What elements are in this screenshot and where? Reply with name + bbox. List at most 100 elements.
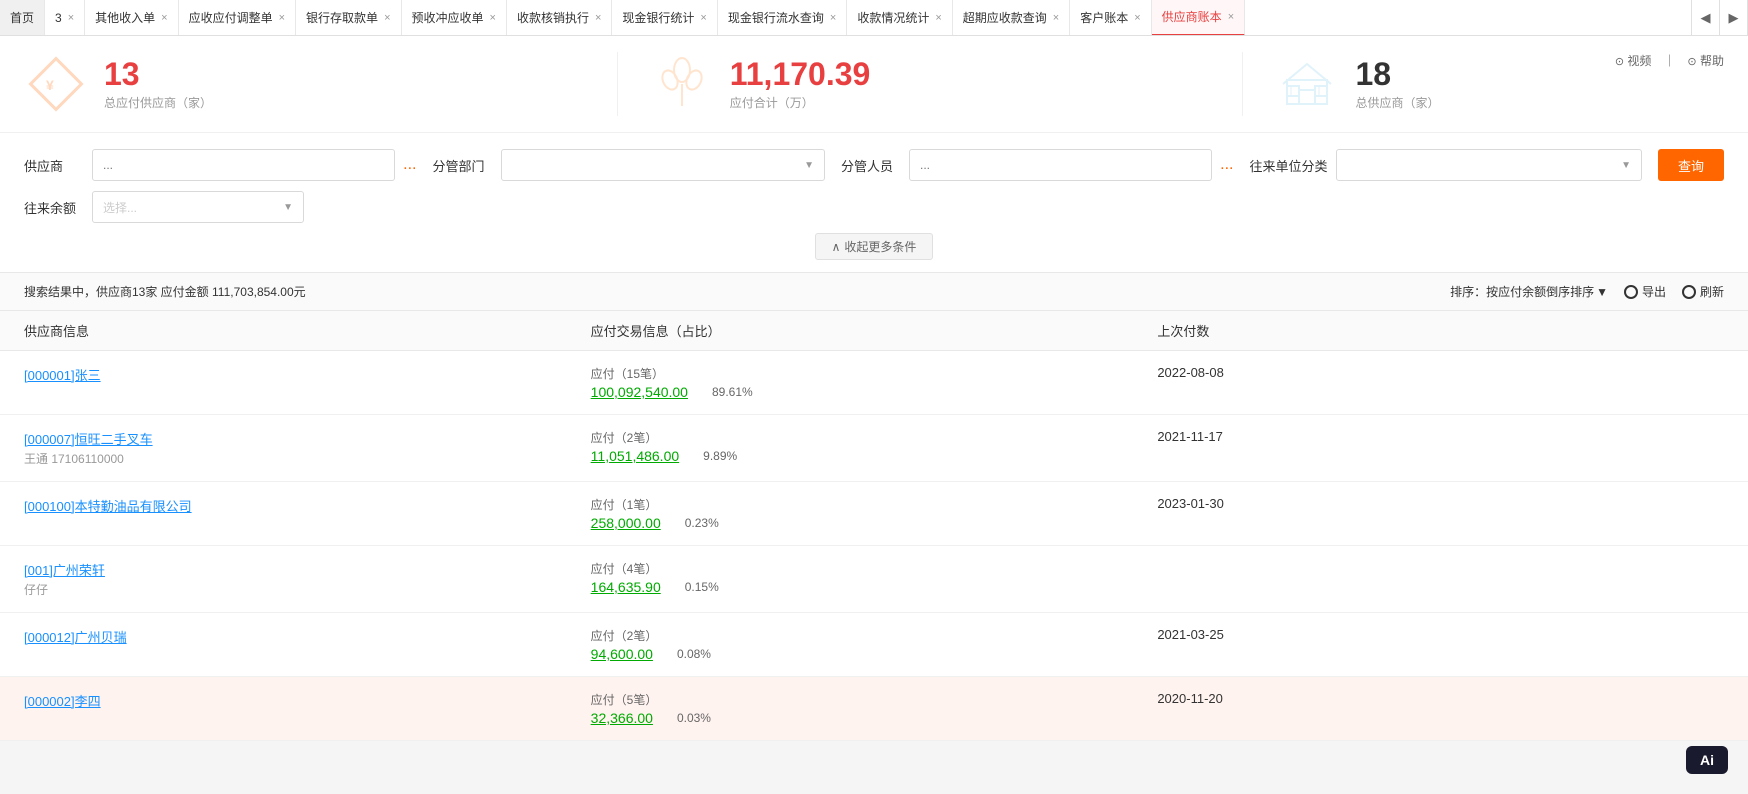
nav-tab-bank-deposit[interactable]: 银行存取款单 ×: [296, 0, 401, 36]
table-row: [000007]恒旺二手叉车 王通 17106110000 应付（2笔） 11,…: [0, 415, 1748, 482]
supplier-cell-bente: [000100]本特勤油品有限公司: [24, 496, 591, 515]
close-icon[interactable]: ×: [595, 12, 601, 24]
supplier-input[interactable]: [92, 149, 395, 181]
filter-category: 往来单位分类 ▼: [1250, 149, 1643, 181]
nav-prev-arrow[interactable]: ◀: [1692, 0, 1720, 36]
filter-balance-label: 往来余额: [24, 198, 84, 217]
refresh-dot-icon: [1682, 285, 1696, 299]
tx-percent-beirui: 0.08%: [677, 647, 711, 661]
nav-tab-ap-adjust[interactable]: 应收应付调整单 ×: [179, 0, 296, 36]
filter-supplier: 供应商 ...: [24, 149, 417, 181]
export-label: 导出: [1642, 283, 1666, 300]
balance-select[interactable]: 选择... ▼: [92, 191, 304, 223]
nav-tab-3[interactable]: 3 ×: [45, 0, 85, 36]
supplier-name-link-lisi[interactable]: [000002]李四: [24, 691, 591, 710]
collapse-label: 收起更多条件: [844, 238, 916, 255]
close-icon[interactable]: ×: [68, 12, 74, 24]
tx-row-lisi: 32,366.00 0.03%: [591, 710, 1158, 726]
tx-row-hengwang: 11,051,486.00 9.89%: [591, 448, 1158, 464]
refresh-button[interactable]: 刷新: [1682, 283, 1724, 300]
help-link[interactable]: ⊙ 帮助: [1687, 52, 1724, 69]
tx-row-rongxuan: 164,635.90 0.15%: [591, 579, 1158, 595]
supplier-name-link-bente[interactable]: [000100]本特勤油品有限公司: [24, 496, 591, 515]
close-icon[interactable]: ×: [384, 12, 390, 24]
close-icon[interactable]: ×: [490, 12, 496, 24]
filter-dept-label: 分管部门: [433, 156, 493, 175]
close-icon[interactable]: ×: [1228, 11, 1234, 23]
video-link[interactable]: ⊙ 视频: [1615, 52, 1652, 69]
ai-badge[interactable]: Ai: [1686, 746, 1728, 774]
close-icon[interactable]: ×: [279, 12, 285, 24]
stat-info-payable-total: 11,170.39 应付合计（万）: [730, 58, 871, 111]
export-button[interactable]: 导出: [1624, 283, 1666, 300]
collapse-button[interactable]: ∧ 收起更多条件: [815, 233, 934, 260]
supplier-name-link-hengwang[interactable]: [000007]恒旺二手叉车: [24, 429, 591, 448]
nav-tab-collect-check[interactable]: 收款核销执行 ×: [507, 0, 612, 36]
payable-total-label: 应付合计（万）: [730, 94, 871, 111]
close-icon[interactable]: ×: [1134, 12, 1140, 24]
tx-amount-bente[interactable]: 258,000.00: [591, 515, 661, 531]
table-row: [000002]李四 应付（5笔） 32,366.00 0.03% 2020-1…: [0, 677, 1748, 741]
supplier-table: 供应商信息 应付交易信息（占比） 上次付数 [000001]张三 应付（15笔）…: [0, 311, 1748, 741]
filter-area: 供应商 ... 分管部门 ▼ 分管人员 ... 往来单位分类 ▼ 查询 往来: [0, 133, 1748, 273]
supplier-cell-hengwang: [000007]恒旺二手叉车 王通 17106110000: [24, 429, 591, 467]
tx-row-beirui: 94,600.00 0.08%: [591, 646, 1158, 662]
close-icon[interactable]: ×: [830, 12, 836, 24]
close-icon[interactable]: ×: [700, 12, 706, 24]
payable-suppliers-label: 总应付供应商（家）: [104, 94, 212, 111]
nav-tab-overdue-query-label: 超期应收款查询: [963, 9, 1047, 26]
nav-tab-cash-bank-flow-label: 现金银行流水查询: [728, 9, 824, 26]
nav-tab-customer-account[interactable]: 客户账本 ×: [1070, 0, 1151, 36]
supplier-dots-icon[interactable]: ...: [403, 156, 416, 174]
person-dots-icon[interactable]: ...: [1220, 156, 1233, 174]
stat-info-payable-suppliers: 13 总应付供应商（家）: [104, 58, 212, 111]
chevron-down-icon-3: ▼: [283, 202, 293, 213]
close-icon[interactable]: ×: [161, 12, 167, 24]
payable-suppliers-number: 13: [104, 58, 212, 90]
nav-tab-other-income[interactable]: 其他收入单 ×: [85, 0, 178, 36]
nav-tab-home[interactable]: 首页: [0, 0, 45, 36]
lastpay-cell-bente: 2023-01-30: [1157, 496, 1724, 511]
nav-next-arrow[interactable]: ▶: [1720, 0, 1748, 36]
stats-header: ¥ 13 总应付供应商（家） 11,170.39 应付合计（万）: [0, 36, 1748, 133]
nav-tab-cash-bank-stat[interactable]: 现金银行统计 ×: [612, 0, 717, 36]
last-pay-bente: 2023-01-30: [1157, 496, 1224, 511]
tx-row-bente: 258,000.00 0.23%: [591, 515, 1158, 531]
tx-cell-lisi: 应付（5笔） 32,366.00 0.03%: [591, 691, 1158, 726]
last-pay-lisi: 2020-11-20: [1157, 691, 1223, 706]
collapse-icon: ∧: [832, 240, 841, 254]
supplier-name-link-beirui[interactable]: [000012]广州贝瑞: [24, 627, 591, 646]
tx-amount-rongxuan[interactable]: 164,635.90: [591, 579, 661, 595]
tx-amount-lisi[interactable]: 32,366.00: [591, 710, 653, 726]
person-input[interactable]: [909, 149, 1212, 181]
filter-row-2: 往来余额 选择... ▼: [24, 191, 1724, 223]
sort-button[interactable]: 排序：按应付余额倒序排序 ▼: [1450, 283, 1608, 300]
total-suppliers-number: 18: [1355, 58, 1439, 90]
supplier-cell-zhangsan: [000001]张三: [24, 365, 591, 384]
close-icon[interactable]: ×: [1053, 12, 1059, 24]
tx-label-hengwang: 应付（2笔）: [591, 429, 1158, 446]
category-select[interactable]: ▼: [1336, 149, 1642, 181]
tx-cell-bente: 应付（1笔） 258,000.00 0.23%: [591, 496, 1158, 531]
nav-tab-collect-check-label: 收款核销执行: [517, 9, 589, 26]
nav-tab-supplier-account-label: 供应商账本: [1162, 8, 1222, 25]
lastpay-cell-beirui: 2021-03-25: [1157, 627, 1724, 642]
tx-amount-zhangsan[interactable]: 100,092,540.00: [591, 384, 688, 400]
nav-tab-collect-stat[interactable]: 收款情况统计 ×: [847, 0, 952, 36]
nav-tab-prepay-collect[interactable]: 预收冲应收单 ×: [402, 0, 507, 36]
tx-amount-beirui[interactable]: 94,600.00: [591, 646, 653, 662]
tx-amount-hengwang[interactable]: 11,051,486.00: [591, 448, 680, 464]
ai-label: Ai: [1700, 752, 1714, 768]
close-icon[interactable]: ×: [935, 12, 941, 24]
tx-percent-hengwang: 9.89%: [703, 449, 737, 463]
nav-tab-overdue-query[interactable]: 超期应收款查询 ×: [953, 0, 1070, 36]
tx-percent-zhangsan: 89.61%: [712, 385, 753, 399]
supplier-name-link-rongxuan[interactable]: [001]广州荣轩: [24, 560, 591, 579]
search-button[interactable]: 查询: [1658, 149, 1724, 181]
dept-select[interactable]: ▼: [501, 149, 826, 181]
nav-tab-supplier-account[interactable]: 供应商账本 ×: [1152, 0, 1245, 36]
tx-percent-bente: 0.23%: [685, 516, 719, 530]
nav-tab-collect-stat-label: 收款情况统计: [857, 9, 929, 26]
nav-tab-cash-bank-flow[interactable]: 现金银行流水查询 ×: [718, 0, 847, 36]
supplier-name-link-zhangsan[interactable]: [000001]张三: [24, 365, 591, 384]
